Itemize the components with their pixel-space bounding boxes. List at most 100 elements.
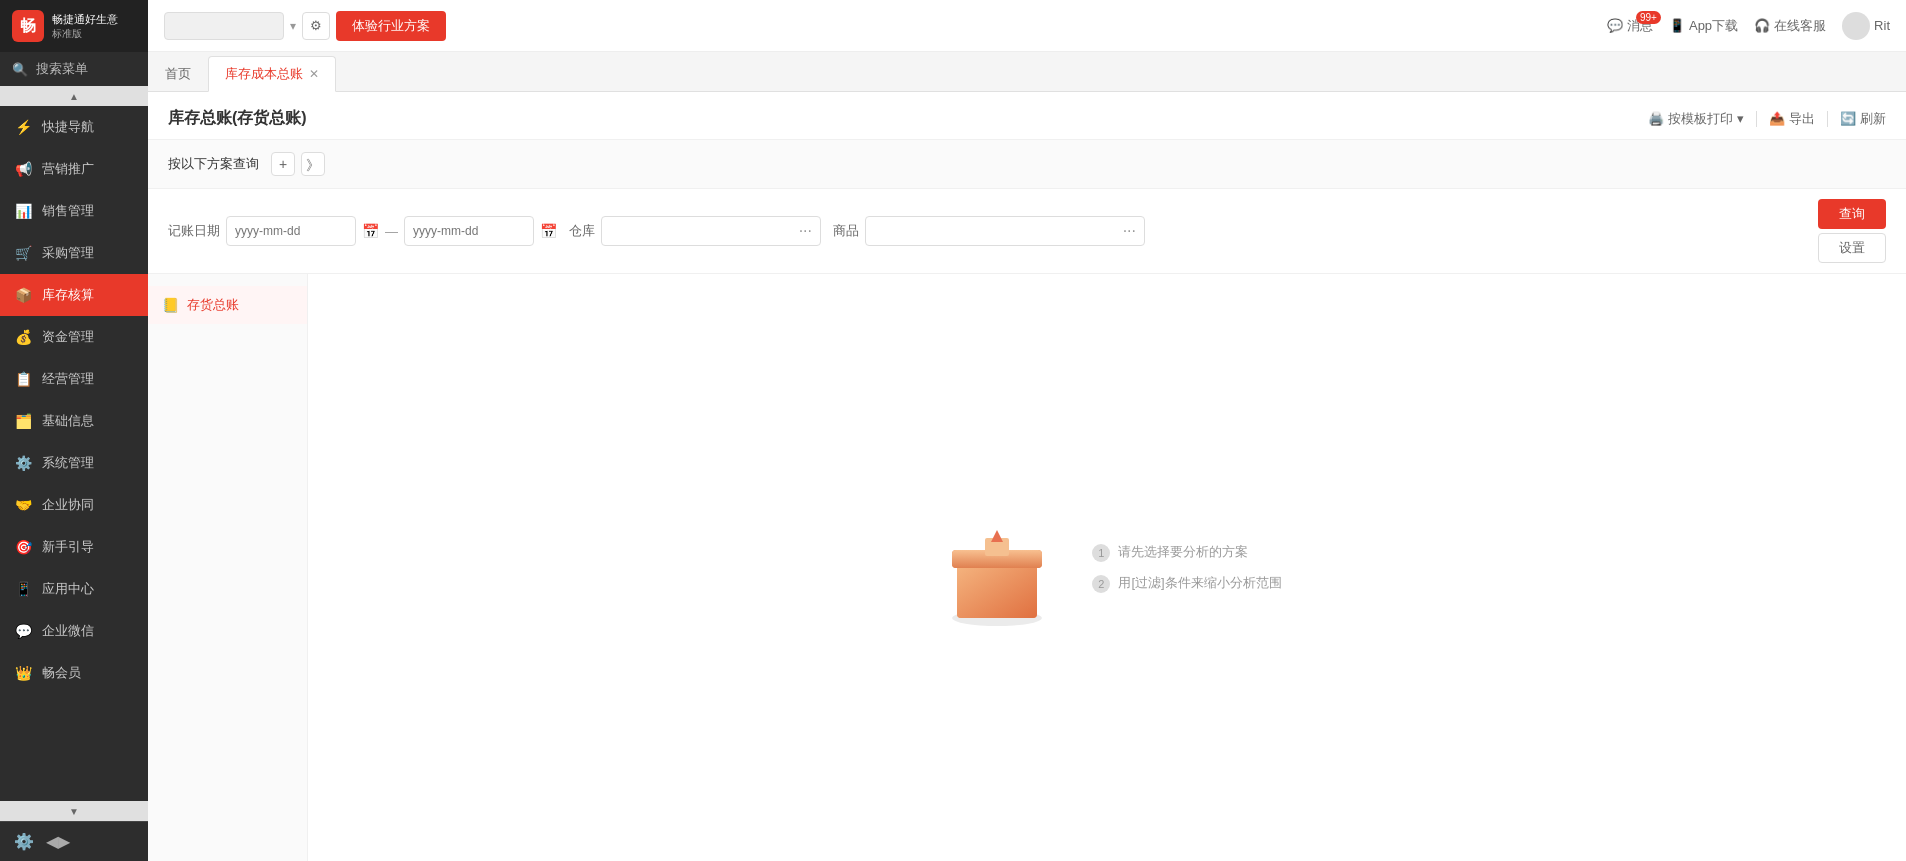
sidebar-item-label: 营销推广 bbox=[42, 160, 94, 178]
tip-num-1: 1 bbox=[1092, 544, 1110, 562]
inventory-icon: 📦 bbox=[14, 287, 32, 303]
app-download-label: App下载 bbox=[1689, 17, 1738, 35]
tab-inventory-ledger[interactable]: 库存成本总账 ✕ bbox=[208, 56, 336, 92]
avatar bbox=[1842, 12, 1870, 40]
user-name: Rit bbox=[1874, 18, 1890, 33]
notification-area[interactable]: 💬 消息 99+ bbox=[1607, 17, 1653, 35]
scroll-up-btn[interactable]: ▲ bbox=[0, 86, 148, 106]
export-btn[interactable]: 📤 导出 bbox=[1769, 110, 1815, 128]
calendar-from-icon[interactable]: 📅 bbox=[362, 223, 379, 239]
sidebar-item-basic[interactable]: 🗂️ 基础信息 bbox=[0, 400, 148, 442]
calendar-to-icon[interactable]: 📅 bbox=[540, 223, 557, 239]
add-filter-btn[interactable]: + bbox=[271, 152, 295, 176]
scheme-sidebar: 📒 存货总账 bbox=[148, 274, 308, 861]
app-download-link[interactable]: 📱 App下载 bbox=[1669, 17, 1738, 35]
query-btn[interactable]: 查询 bbox=[1818, 199, 1886, 229]
breadcrumb-input[interactable] bbox=[164, 12, 284, 40]
notification-count-badge: 99+ bbox=[1636, 11, 1661, 24]
sidebar-item-system[interactable]: ⚙️ 系统管理 bbox=[0, 442, 148, 484]
sidebar-item-label: 资金管理 bbox=[42, 328, 94, 346]
purchase-icon: 🛒 bbox=[14, 245, 32, 261]
settings-action-btn[interactable]: 设置 bbox=[1818, 233, 1886, 263]
tip-num-2: 2 bbox=[1092, 575, 1110, 593]
tab-inventory-ledger-label: 库存成本总账 bbox=[225, 65, 303, 83]
refresh-icon: 🔄 bbox=[1840, 111, 1856, 126]
sidebar-item-label: 应用中心 bbox=[42, 580, 94, 598]
sidebar-item-inventory[interactable]: 📦 库存核算 bbox=[0, 274, 148, 316]
date-filter-field: 记账日期 📅 — 📅 bbox=[168, 216, 557, 246]
user-area[interactable]: Rit bbox=[1842, 12, 1890, 40]
main-area: ▾ ⚙ 体验行业方案 💬 消息 99+ 📱 App下载 🎧 在线客服 Rit bbox=[148, 0, 1906, 861]
scheme-item-inventory-total[interactable]: 📒 存货总账 bbox=[148, 286, 307, 324]
online-service-link[interactable]: 🎧 在线客服 bbox=[1754, 17, 1826, 35]
operation-icon: 📋 bbox=[14, 371, 32, 387]
marketing-icon: 📢 bbox=[14, 161, 32, 177]
warehouse-ellipsis-icon[interactable]: ··· bbox=[799, 222, 812, 240]
finance-icon: 💰 bbox=[14, 329, 32, 345]
sidebar-item-label: 新手引导 bbox=[42, 538, 94, 556]
logo-line1: 畅捷通好生意 bbox=[52, 12, 118, 27]
page-header: 库存总账(存货总账) 🖨️ 按模板打印 ▾ 📤 导出 🔄 刷新 bbox=[148, 92, 1906, 140]
header-right: 💬 消息 99+ 📱 App下载 🎧 在线客服 Rit bbox=[1607, 12, 1890, 40]
filter-bar: 按以下方案查询 + 《 bbox=[148, 140, 1906, 189]
goods-ellipsis-icon[interactable]: ··· bbox=[1123, 222, 1136, 240]
sidebar-item-finance[interactable]: 💰 资金管理 bbox=[0, 316, 148, 358]
sidebar-item-collab[interactable]: 🤝 企业协同 bbox=[0, 484, 148, 526]
print-btn[interactable]: 🖨️ 按模板打印 ▾ bbox=[1648, 110, 1744, 128]
tab-bar: 首页 库存成本总账 ✕ bbox=[148, 52, 1906, 92]
divider bbox=[1827, 111, 1828, 127]
filter-inputs: 记账日期 📅 — 📅 仓库 ··· 商品 bbox=[168, 216, 1806, 246]
goods-filter-field: 商品 ··· bbox=[833, 216, 1145, 246]
sales-icon: 📊 bbox=[14, 203, 32, 219]
collapse-filter-btn[interactable]: 《 bbox=[301, 152, 325, 176]
tab-home[interactable]: 首页 bbox=[148, 55, 208, 91]
sidebar-item-label: 库存核算 bbox=[42, 286, 94, 304]
settings-gear-btn[interactable]: ⚙ bbox=[302, 12, 330, 40]
search-menu-btn[interactable]: 🔍 搜索菜单 bbox=[0, 52, 148, 86]
goods-select[interactable]: ··· bbox=[865, 216, 1145, 246]
sidebar-item-operation[interactable]: 📋 经营管理 bbox=[0, 358, 148, 400]
filter-label: 按以下方案查询 bbox=[168, 155, 259, 173]
sidebar-item-newbie[interactable]: 🎯 新手引导 bbox=[0, 526, 148, 568]
sidebar: 畅 畅捷通好生意 标准版 🔍 搜索菜单 ▲ ⚡ 快捷导航 📢 营销推广 📊 销售… bbox=[0, 0, 148, 861]
chevron-down-icon[interactable]: ▾ bbox=[290, 19, 296, 33]
sidebar-item-quick-nav[interactable]: ⚡ 快捷导航 bbox=[0, 106, 148, 148]
sidebar-item-marketing[interactable]: 📢 营销推广 bbox=[0, 148, 148, 190]
sidebar-logo: 畅 畅捷通好生意 标准版 bbox=[0, 0, 148, 52]
tip-item-1: 1 请先选择要分析的方案 bbox=[1092, 543, 1281, 562]
tip-text-1: 请先选择要分析的方案 bbox=[1118, 543, 1248, 561]
search-menu-label: 搜索菜单 bbox=[36, 60, 88, 78]
sidebar-item-member[interactable]: 👑 畅会员 bbox=[0, 652, 148, 694]
logo-line2: 标准版 bbox=[52, 27, 118, 41]
tip-item-2: 2 用[过滤]条件来缩小分析范围 bbox=[1092, 574, 1281, 593]
settings-footer-icon[interactable]: ⚙️ bbox=[14, 832, 34, 851]
sidebar-item-label: 系统管理 bbox=[42, 454, 94, 472]
date-from-input[interactable] bbox=[226, 216, 356, 246]
sidebar-item-wechat[interactable]: 💬 企业微信 bbox=[0, 610, 148, 652]
page-title: 库存总账(存货总账) bbox=[168, 108, 307, 129]
scroll-down-btn[interactable]: ▼ bbox=[0, 801, 148, 821]
sidebar-item-label: 销售管理 bbox=[42, 202, 94, 220]
sidebar-item-sales[interactable]: 📊 销售管理 bbox=[0, 190, 148, 232]
sidebar-item-label: 企业协同 bbox=[42, 496, 94, 514]
appstore-icon: 📱 bbox=[14, 581, 32, 597]
export-label: 导出 bbox=[1789, 110, 1815, 128]
date-to-input[interactable] bbox=[404, 216, 534, 246]
date-separator: — bbox=[385, 224, 398, 239]
refresh-label: 刷新 bbox=[1860, 110, 1886, 128]
warehouse-select[interactable]: ··· bbox=[601, 216, 821, 246]
tab-close-icon[interactable]: ✕ bbox=[309, 67, 319, 81]
print-chevron-icon: ▾ bbox=[1737, 111, 1744, 126]
industry-solution-btn[interactable]: 体验行业方案 bbox=[336, 11, 446, 41]
scheme-book-icon: 📒 bbox=[162, 297, 179, 313]
warehouse-filter-field: 仓库 ··· bbox=[569, 216, 821, 246]
sidebar-item-purchase[interactable]: 🛒 采购管理 bbox=[0, 232, 148, 274]
empty-illustration bbox=[932, 508, 1052, 628]
sidebar-item-label: 基础信息 bbox=[42, 412, 94, 430]
refresh-btn[interactable]: 🔄 刷新 bbox=[1840, 110, 1886, 128]
goods-filter-label: 商品 bbox=[833, 222, 859, 240]
sidebar-item-appstore[interactable]: 📱 应用中心 bbox=[0, 568, 148, 610]
collapse-sidebar-btn[interactable]: ◀▶ bbox=[46, 832, 70, 851]
filter-buttons: + 《 bbox=[271, 152, 325, 176]
date-filter-label: 记账日期 bbox=[168, 222, 220, 240]
